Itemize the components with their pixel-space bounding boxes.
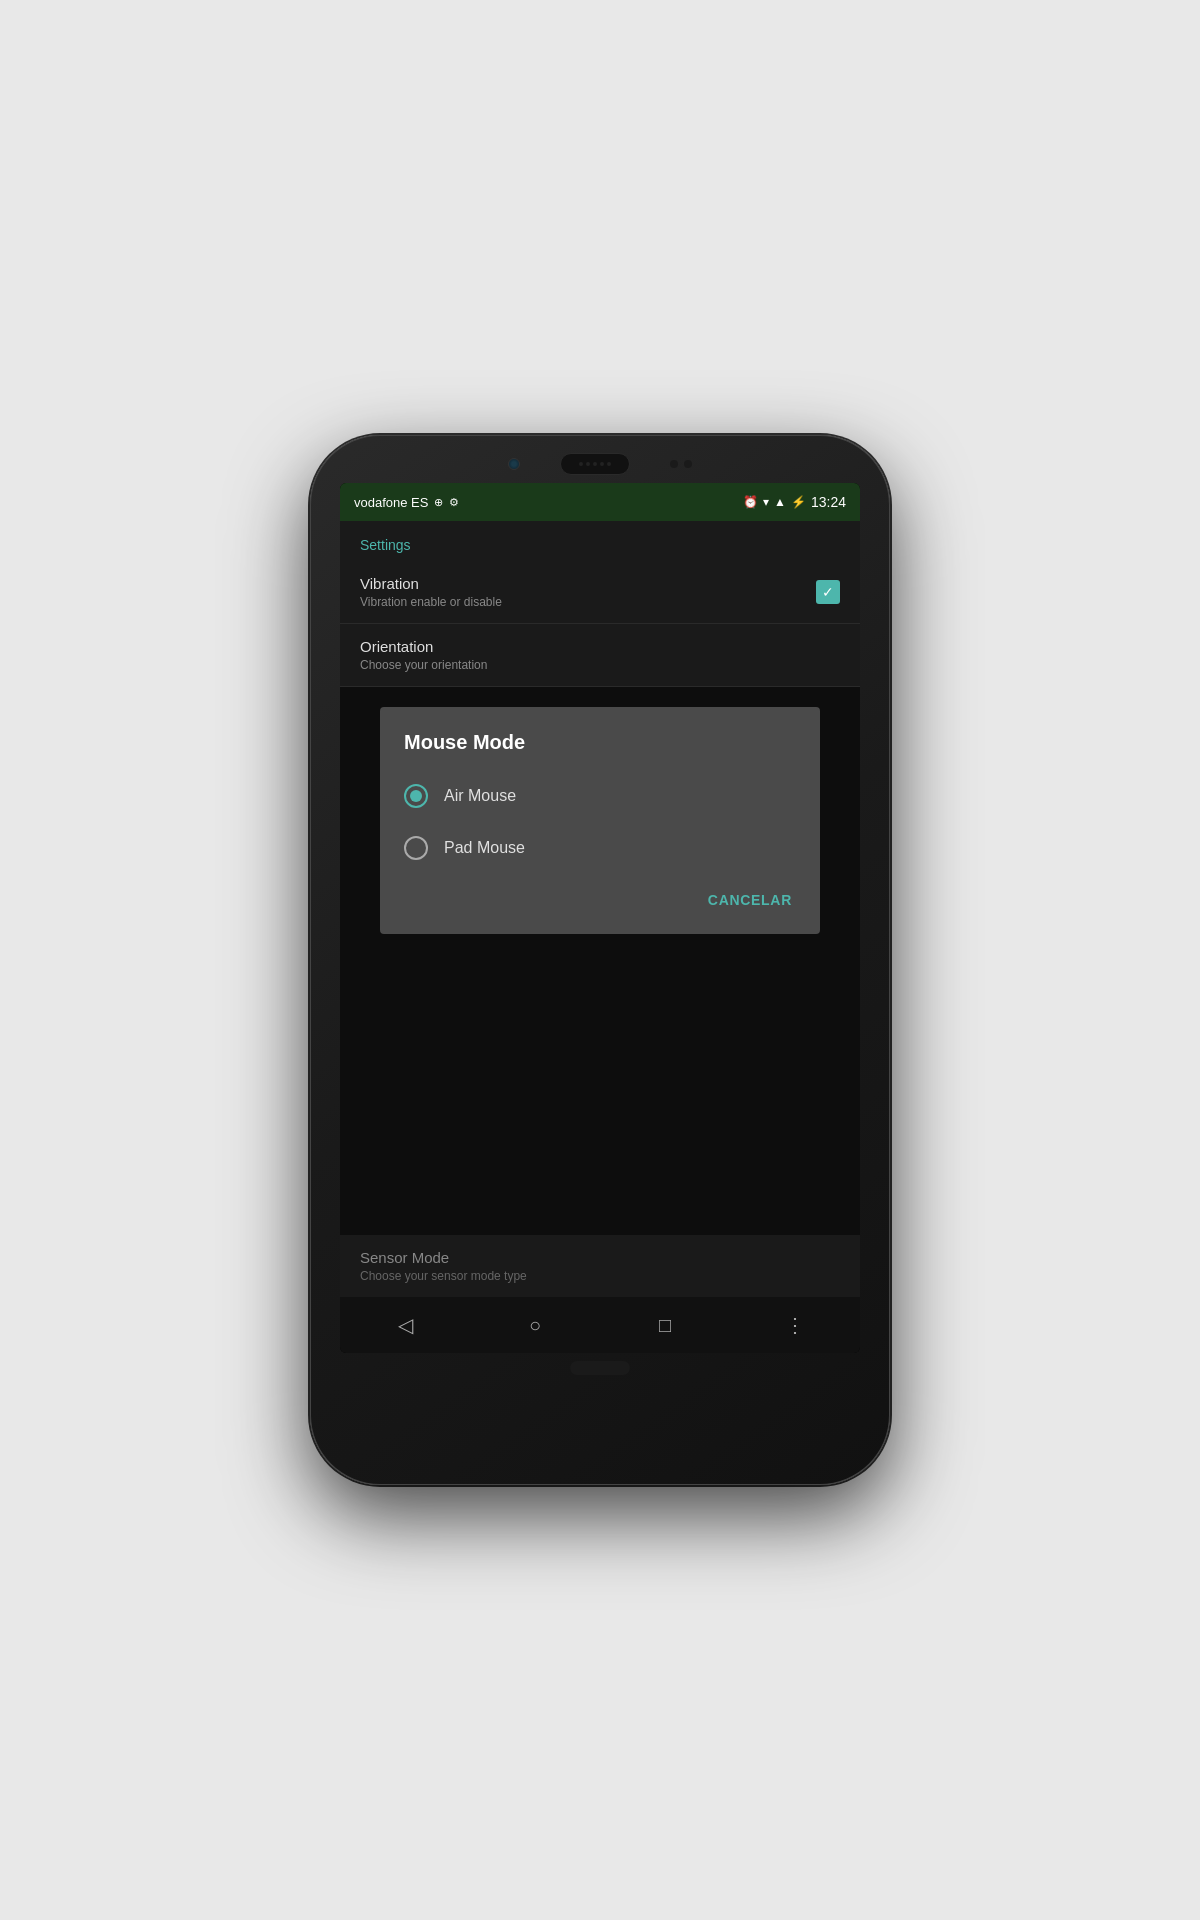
radio-inner-filled [410,790,422,802]
sensor-mode-description: Choose your sensor mode type [360,1269,840,1283]
air-mouse-option[interactable]: Air Mouse [380,770,820,822]
settings-title: Settings [340,521,860,561]
top-sensors [670,460,692,468]
back-button[interactable]: ◁ [385,1305,425,1345]
vibration-checkbox[interactable]: ✓ [816,580,840,604]
dialog-title: Mouse Mode [380,707,820,770]
orientation-setting-item[interactable]: Orientation Choose your orientation [340,624,860,687]
pad-mouse-option[interactable]: Pad Mouse [380,822,820,874]
recents-button[interactable]: □ [645,1305,685,1345]
status-bar: vodafone ES ⊕ ⚙ ⏰ ▾ ▲ ⚡ 13:24 [340,483,860,521]
more-button[interactable]: ⋮ [775,1305,815,1345]
air-mouse-radio[interactable] [404,784,428,808]
orientation-description: Choose your orientation [360,658,487,672]
phone-screen: vodafone ES ⊕ ⚙ ⏰ ▾ ▲ ⚡ 13:24 Settings V… [340,483,860,1353]
sensor-mode-label: Sensor Mode [360,1249,840,1266]
speaker-grille [560,453,630,475]
wifi-icon: ▾ [763,495,769,509]
sensor-mode-section[interactable]: Sensor Mode Choose your sensor mode type [340,1235,860,1297]
phone-top-bezel [310,435,890,475]
home-button[interactable]: ○ [515,1305,555,1345]
vibration-description: Vibration enable or disable [360,595,502,609]
mouse-mode-dialog: Mouse Mode Air Mouse Pad Mouse [380,707,820,934]
alarm-icon: ⏰ [743,495,758,509]
status-icons: ⏰ ▾ ▲ ⚡ 13:24 [743,494,846,510]
dialog-overlay: Mouse Mode Air Mouse Pad Mouse [340,687,860,1235]
signal-icon: ▲ [774,495,786,509]
battery-icon: ⚡ [791,495,806,509]
status-left: vodafone ES ⊕ ⚙ [354,495,459,510]
vibration-text: Vibration Vibration enable or disable [360,575,502,609]
nav-bar: ◁ ○ □ ⋮ [340,1297,860,1353]
front-camera [508,458,520,470]
orientation-label: Orientation [360,638,487,655]
app-content: Settings Vibration Vibration enable or d… [340,521,860,1297]
phone-device: vodafone ES ⊕ ⚙ ⏰ ▾ ▲ ⚡ 13:24 Settings V… [310,435,890,1485]
carrier-name: vodafone ES [354,495,428,510]
cancel-button[interactable]: CANCELAR [696,882,804,918]
android-icon: ⚙ [449,496,459,509]
dialog-actions: CANCELAR [380,874,820,934]
pad-mouse-label: Pad Mouse [444,839,525,857]
orientation-text: Orientation Choose your orientation [360,638,487,672]
vibration-setting-item[interactable]: Vibration Vibration enable or disable ✓ [340,561,860,624]
pad-mouse-radio[interactable] [404,836,428,860]
vibration-label: Vibration [360,575,502,592]
carrier-icon: ⊕ [434,496,443,509]
clock: 13:24 [811,494,846,510]
air-mouse-label: Air Mouse [444,787,516,805]
phone-bottom-bezel [570,1361,630,1375]
